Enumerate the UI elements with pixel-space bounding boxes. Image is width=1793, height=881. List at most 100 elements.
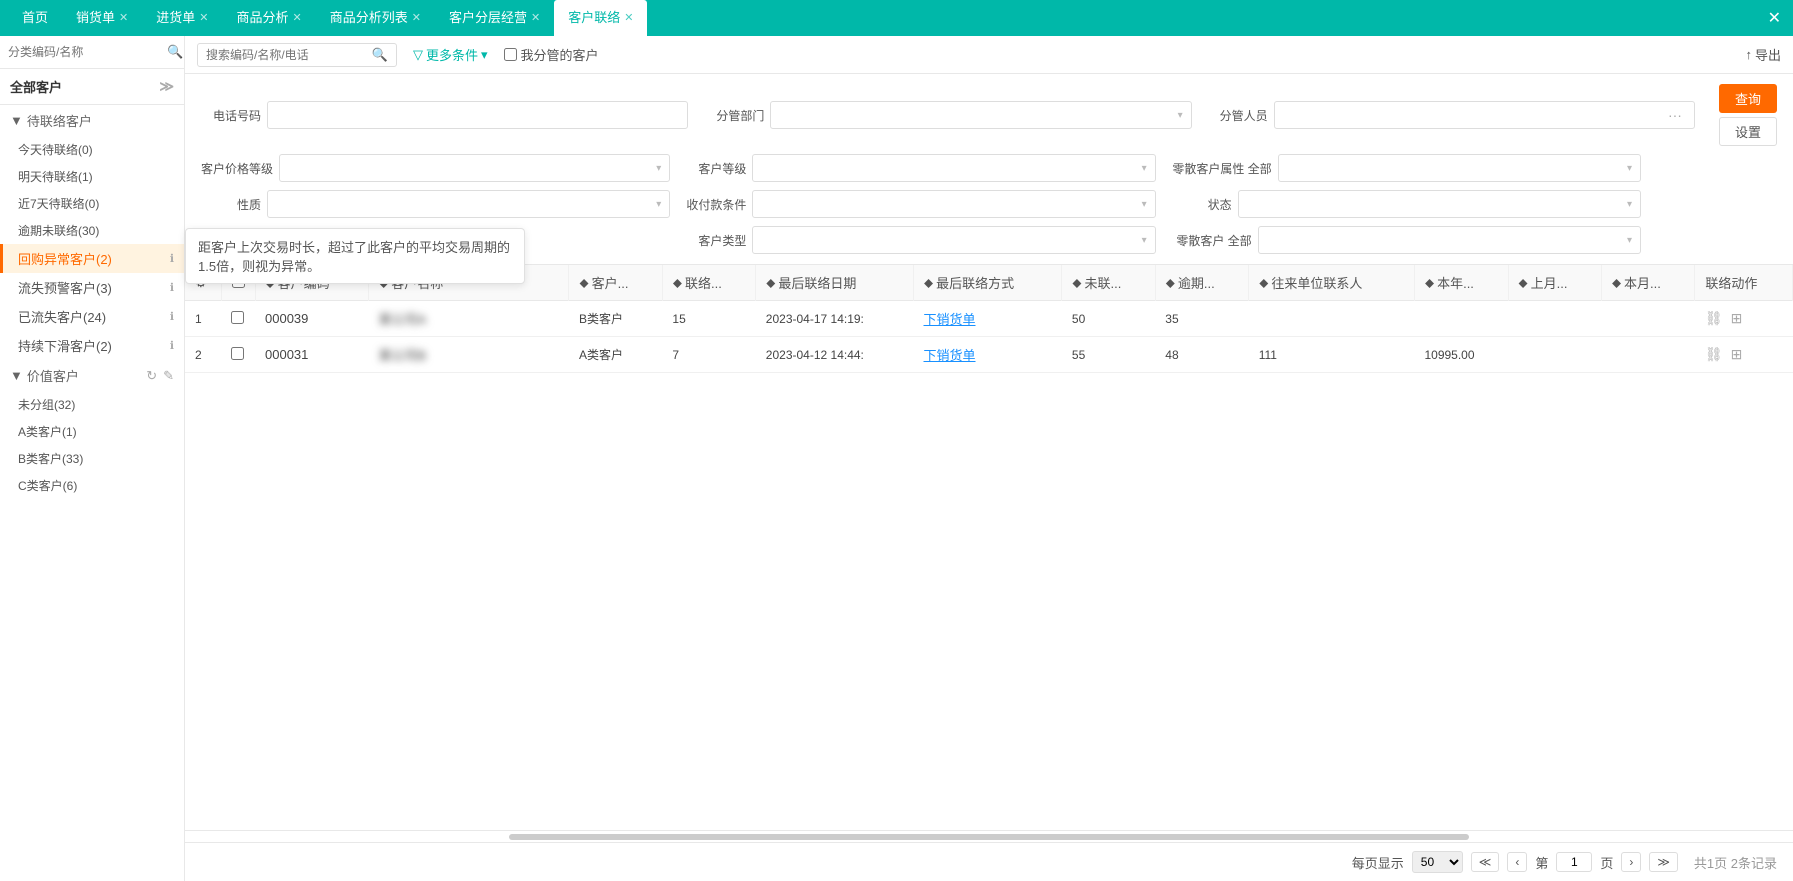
col-action[interactable]: 联络动作 (1695, 265, 1793, 301)
sidebar-item-class-a[interactable]: A类客户(1) (0, 418, 184, 445)
nav-purchase-order[interactable]: 进货单 ✕ (142, 0, 222, 36)
nav-sales-order[interactable]: 销货单 ✕ (62, 0, 142, 36)
cell-code-2[interactable]: 000031 (255, 337, 369, 373)
horizontal-scrollbar[interactable] (185, 830, 1793, 842)
cell-action-2[interactable]: ⛓ ⊞ (1695, 337, 1793, 373)
cell-contact-person-1 (1249, 301, 1415, 337)
query-button[interactable]: 查询 (1719, 84, 1777, 113)
filter-retail-attr-input[interactable]: ▾ (1278, 154, 1641, 182)
col-last-month[interactable]: ⬥上月... (1508, 265, 1601, 301)
col-overdue[interactable]: ⬥逾期... (1155, 265, 1248, 301)
filter-payment-input[interactable]: ▾ (752, 190, 1155, 218)
cell-this-year-1 (1414, 301, 1508, 337)
nav-customer-contact[interactable]: 客户联络 ✕ (554, 0, 647, 36)
sidebar-all-customers[interactable]: 全部客户 ≫ (0, 69, 184, 105)
col-this-year[interactable]: ⬥本年... (1414, 265, 1508, 301)
sidebar-item-lost-warning[interactable]: 流失预警客户(3) ℹ (0, 273, 184, 302)
top-nav: 首页 销货单 ✕ 进货单 ✕ 商品分析 ✕ 商品分析列表 ✕ 客户分层经营 ✕ … (0, 0, 1793, 36)
action-link-icon-1[interactable]: ⛓ (1705, 310, 1723, 327)
first-page-btn[interactable]: ≪ (1471, 852, 1500, 872)
nav-product-list[interactable]: 商品分析列表 ✕ (316, 0, 435, 36)
nav-close-purchase[interactable]: ✕ (199, 0, 208, 36)
sidebar-item-7days[interactable]: 近7天待联络(0) (0, 190, 184, 217)
filter-price-level: 客户价格等级 ▾ (201, 154, 670, 182)
sidebar-item-class-c[interactable]: C类客户(6) (0, 472, 184, 499)
col-last-contact-method[interactable]: ⬥最后联络方式 (914, 265, 1062, 301)
edit-icon[interactable]: ✎ (163, 368, 174, 384)
sidebar-item-ungroup[interactable]: 未分组(32) (0, 391, 184, 418)
search-icon[interactable]: 🔍 (372, 47, 388, 63)
sidebar-pending-contact-section[interactable]: ▼ 待联络客户 (0, 105, 184, 136)
sidebar-item-repurchase-abnormal[interactable]: 回购异常客户(2) ℹ (0, 244, 184, 273)
prev-page-btn[interactable]: ‹ (1507, 852, 1527, 872)
cell-checkbox-2[interactable] (221, 337, 255, 373)
nav-close-product-list[interactable]: ✕ (412, 0, 421, 36)
more-filter-btn[interactable]: ▽ 更多条件 ▾ (407, 42, 494, 67)
export-btn[interactable]: ↑ 导出 (1745, 45, 1781, 64)
filter-nature-input[interactable]: ▾ (267, 190, 670, 218)
my-customers-checkbox[interactable] (504, 48, 517, 61)
sidebar-search-icon[interactable]: 🔍 (167, 44, 183, 60)
col-this-month[interactable]: ⬥本月... (1601, 265, 1694, 301)
cell-overdue-2: 48 (1155, 337, 1248, 373)
sidebar-value-arrow: ▼ (10, 368, 23, 383)
info-icon4: ℹ (170, 339, 174, 352)
sidebar-item-lost[interactable]: 已流失客户(24) ℹ (0, 302, 184, 331)
filter-row-3: 性质 ▾ 收付款条件 ▾ 状态 ▾ (201, 190, 1777, 218)
settings-button[interactable]: 设置 (1719, 117, 1777, 146)
info-icon: ℹ (170, 252, 174, 265)
per-page-select[interactable]: 50 100 200 (1412, 851, 1463, 873)
nav-close-customer-segment[interactable]: ✕ (531, 0, 540, 36)
sidebar-item-overdue-contact[interactable]: 逾期未联络(30) (0, 217, 184, 244)
next-page-btn[interactable]: › (1621, 852, 1641, 872)
filter-phone-input[interactable] (267, 101, 688, 129)
col-not-contacted[interactable]: ⬥未联... (1062, 265, 1155, 301)
filter-retail-customer-input[interactable]: ▾ (1258, 226, 1641, 254)
sidebar-item-today[interactable]: 今天待联络(0) (0, 136, 184, 163)
filter-customer-level-input[interactable]: ▾ (752, 154, 1155, 182)
cell-code-1[interactable]: 000039 (255, 301, 369, 337)
nav-product-analysis[interactable]: 商品分析 ✕ (222, 0, 315, 36)
my-customers-checkbox-label[interactable]: 我分管的客户 (504, 45, 599, 64)
col-contact-person[interactable]: ⬥往来单位联系人 (1249, 265, 1415, 301)
refresh-icon[interactable]: ↻ (146, 368, 157, 384)
cell-name-2[interactable]: 某公司B (369, 337, 569, 373)
pagination: 每页显示 50 100 200 ≪ ‹ 第 页 › ≫ 共1页 2条记录 (185, 842, 1793, 881)
sidebar-item-declining[interactable]: 持续下滑客户(2) ℹ (0, 331, 184, 360)
filter-dept-input[interactable]: ▾ (770, 101, 1191, 129)
filter-customer-type-input[interactable]: ▾ (752, 226, 1155, 254)
filter-status-input[interactable]: ▾ (1238, 190, 1641, 218)
nav-close-customer-contact[interactable]: ✕ (624, 0, 633, 36)
page-number-input[interactable] (1556, 852, 1592, 872)
action-grid-icon-2[interactable]: ⊞ (1731, 346, 1743, 363)
nav-close-product-analysis[interactable]: ✕ (293, 0, 302, 36)
last-page-btn[interactable]: ≫ (1649, 852, 1678, 872)
sidebar-value-customers-header[interactable]: ▼ 价值客户 ↻ ✎ (0, 360, 184, 391)
search-input[interactable] (206, 48, 368, 62)
sidebar-item-class-b[interactable]: B类客户(33) (0, 445, 184, 472)
close-all-tabs[interactable]: ✕ (1768, 8, 1781, 28)
col-customer-type[interactable]: ⬥客户... (569, 265, 662, 301)
filter-price-level-input[interactable]: ▾ (279, 154, 670, 182)
col-last-contact-date[interactable]: ⬥最后联络日期 (756, 265, 914, 301)
cell-method-1[interactable]: 下销货单 (914, 301, 1062, 337)
nav-customer-segment[interactable]: 客户分层经营 ✕ (435, 0, 554, 36)
filter-row-2: 客户价格等级 ▾ 客户等级 ▾ 零散客户属性 全部 ▾ (201, 154, 1777, 182)
sidebar-search-input[interactable] (8, 45, 163, 59)
cell-last-month-1 (1508, 301, 1601, 337)
sidebar-collapse-icon[interactable]: ≫ (159, 78, 174, 95)
content-area: 🔍 ▽ 更多条件 ▾ 我分管的客户 ↑ 导出 电话号码 (185, 36, 1793, 881)
cell-checkbox-1[interactable] (221, 301, 255, 337)
nav-close-sales[interactable]: ✕ (119, 0, 128, 36)
sidebar-item-tomorrow[interactable]: 明天待联络(1) (0, 163, 184, 190)
info-icon3: ℹ (170, 310, 174, 323)
col-contact-count[interactable]: ⬥联络... (662, 265, 755, 301)
cell-method-2[interactable]: 下销货单 (914, 337, 1062, 373)
filter-person-input[interactable]: ··· (1274, 101, 1695, 129)
scrollbar-thumb[interactable] (509, 834, 1469, 840)
cell-action-1[interactable]: ⛓ ⊞ (1695, 301, 1793, 337)
cell-name-1[interactable]: 某公司A (369, 301, 569, 337)
action-grid-icon-1[interactable]: ⊞ (1731, 310, 1743, 327)
action-link-icon-2[interactable]: ⛓ (1705, 346, 1723, 363)
nav-home[interactable]: 首页 (8, 0, 62, 36)
